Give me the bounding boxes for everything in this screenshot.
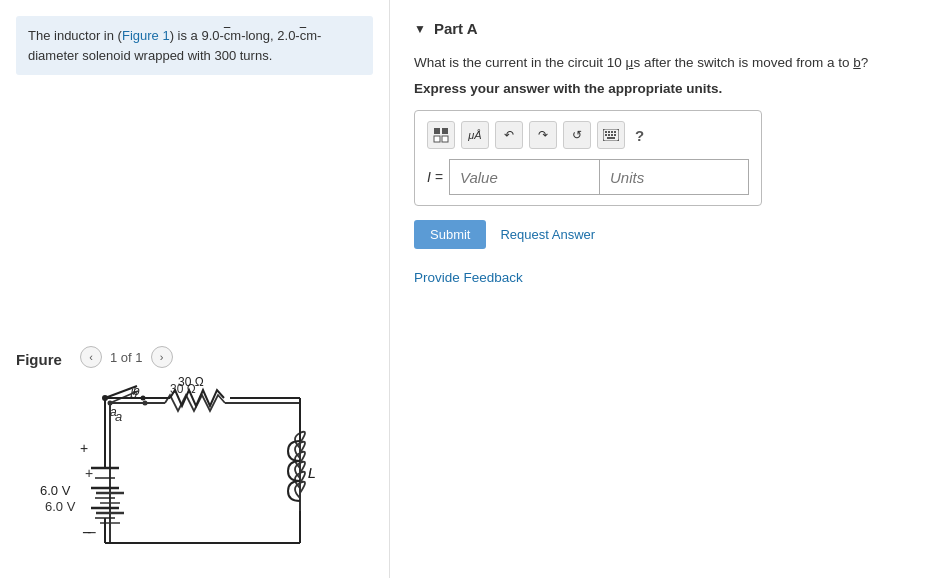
svg-text:6.0 V: 6.0 V <box>40 483 71 498</box>
prev-figure-btn[interactable]: ‹ <box>80 346 102 368</box>
refresh-btn[interactable]: ↺ <box>563 121 591 149</box>
figure-link[interactable]: Figure 1 <box>122 28 170 43</box>
mu-btn[interactable]: μÅ <box>461 121 489 149</box>
svg-rect-54 <box>611 131 613 133</box>
matrix-btn[interactable] <box>427 121 455 149</box>
svg-text:b: b <box>133 384 140 398</box>
collapse-arrow[interactable]: ▼ <box>414 22 426 36</box>
keyboard-btn[interactable] <box>597 121 625 149</box>
question-text: What is the current in the circuit 10 μs… <box>414 53 911 73</box>
svg-rect-60 <box>607 137 615 139</box>
submit-button[interactable]: Submit <box>414 220 486 249</box>
right-panel: ▼ Part A What is the current in the circ… <box>390 0 935 578</box>
value-input[interactable] <box>449 159 599 195</box>
svg-rect-57 <box>608 134 610 136</box>
action-row: Submit Request Answer <box>414 220 911 249</box>
part-header: ▼ Part A <box>414 20 911 37</box>
svg-text:+: + <box>80 440 88 456</box>
svg-rect-55 <box>614 131 616 133</box>
svg-rect-56 <box>605 134 607 136</box>
circuit-diagram: + − 6.0 V 30 Ω a b L <box>30 373 350 558</box>
svg-rect-47 <box>434 128 440 134</box>
figure-label: Figure <box>16 351 62 368</box>
svg-rect-58 <box>611 134 613 136</box>
help-icon[interactable]: ? <box>635 127 644 144</box>
answer-box: μÅ ↶ ↷ ↺ ? I = <box>414 110 762 206</box>
undo-btn[interactable]: ↶ <box>495 121 523 149</box>
svg-text:L: L <box>308 465 316 481</box>
request-answer-link[interactable]: Request Answer <box>500 227 595 242</box>
figure-nav: ‹ 1 of 1 › <box>80 346 173 368</box>
part-title: Part A <box>434 20 478 37</box>
units-input[interactable] <box>599 159 749 195</box>
redo-btn[interactable]: ↷ <box>529 121 557 149</box>
next-figure-btn[interactable]: › <box>151 346 173 368</box>
svg-rect-49 <box>434 136 440 142</box>
svg-rect-48 <box>442 128 448 134</box>
svg-rect-52 <box>605 131 607 133</box>
input-label: I = <box>427 169 443 185</box>
svg-text:a: a <box>110 405 117 419</box>
svg-point-29 <box>141 396 146 401</box>
bold-instruction: Express your answer with the appropriate… <box>414 81 911 96</box>
svg-text:30 Ω: 30 Ω <box>178 375 204 389</box>
input-row: I = <box>427 159 749 195</box>
problem-text: The inductor in (Figure 1) is a 9.0-cm-l… <box>16 16 373 75</box>
svg-rect-59 <box>614 134 616 136</box>
toolbar: μÅ ↶ ↷ ↺ ? <box>427 121 749 149</box>
svg-rect-53 <box>608 131 610 133</box>
left-panel: The inductor in (Figure 1) is a 9.0-cm-l… <box>0 0 390 578</box>
svg-text:−: − <box>82 524 91 541</box>
figure-page: 1 of 1 <box>110 350 143 365</box>
provide-feedback-link[interactable]: Provide Feedback <box>414 270 523 285</box>
svg-rect-50 <box>442 136 448 142</box>
